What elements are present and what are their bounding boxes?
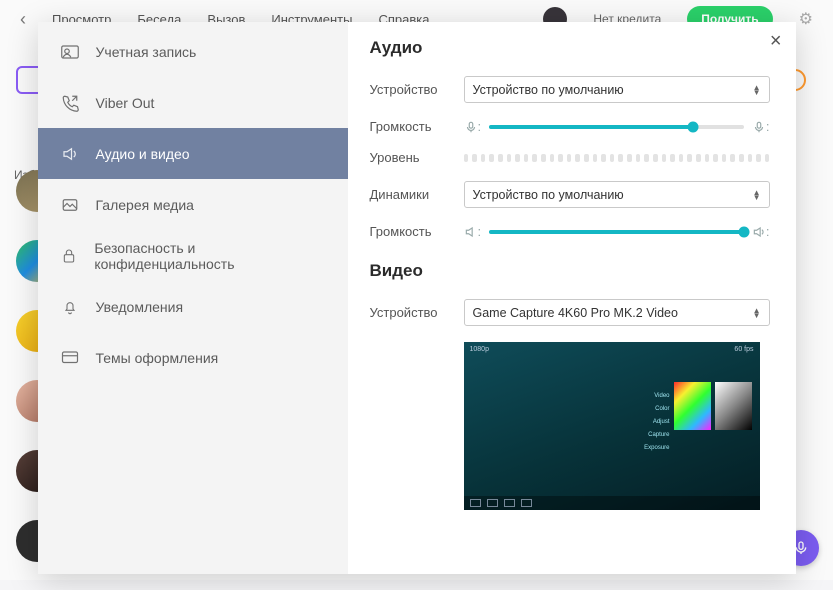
speakers-label: Динамики — [370, 187, 464, 202]
sidebar-item-viber-out[interactable]: Viber Out — [38, 77, 348, 128]
mic-volume-label: Громкость — [370, 119, 464, 134]
speaker-high-icon: : — [752, 224, 770, 239]
speakers-value: Устройство по умолчанию — [473, 188, 624, 202]
mic-high-icon: : — [752, 119, 770, 134]
video-device-select[interactable]: Game Capture 4K60 Pro MK.2 Video ▲▼ — [464, 299, 770, 326]
video-section-title: Видео — [370, 261, 770, 281]
sidebar-item-label: Аудио и видео — [96, 146, 190, 162]
sidebar-item-media-gallery[interactable]: Галерея медиа — [38, 179, 348, 230]
sidebar-item-label: Галерея медиа — [96, 197, 194, 213]
sidebar-item-label: Viber Out — [96, 95, 155, 111]
spk-volume-label: Громкость — [370, 224, 464, 239]
select-chevron-icon: ▲▼ — [753, 308, 761, 318]
mic-level-label: Уровень — [370, 150, 464, 165]
sidebar-item-label: Учетная запись — [96, 44, 197, 60]
select-chevron-icon: ▲▼ — [753, 190, 761, 200]
theme-icon — [60, 350, 80, 366]
mic-device-value: Устройство по умолчанию — [473, 83, 624, 97]
sidebar-item-privacy[interactable]: Безопасность и конфиденциальность — [38, 230, 348, 281]
speaker-icon — [60, 145, 80, 163]
spk-volume-slider[interactable] — [489, 230, 744, 234]
settings-sidebar: Учетная запись Viber Out Аудио и видео Г… — [38, 22, 348, 574]
bell-icon — [60, 298, 80, 316]
mic-volume-slider[interactable] — [489, 125, 744, 129]
mic-device-label: Устройство — [370, 82, 464, 97]
video-device-value: Game Capture 4K60 Pro MK.2 Video — [473, 306, 678, 320]
sidebar-item-themes[interactable]: Темы оформления — [38, 332, 348, 383]
sidebar-item-notifications[interactable]: Уведомления — [38, 281, 348, 332]
sidebar-item-label: Безопасность и конфиденциальность — [94, 240, 325, 272]
video-device-label: Устройство — [370, 305, 464, 320]
settings-panel: × Аудио Устройство Устройство по умолчан… — [348, 22, 796, 574]
mic-device-select[interactable]: Устройство по умолчанию ▲▼ — [464, 76, 770, 103]
speakers-select[interactable]: Устройство по умолчанию ▲▼ — [464, 181, 770, 208]
sidebar-item-account[interactable]: Учетная запись — [38, 26, 348, 77]
sidebar-item-label: Темы оформления — [96, 350, 219, 366]
audio-section-title: Аудио — [370, 38, 770, 58]
lock-icon — [60, 247, 79, 265]
mic-level-meter — [464, 154, 770, 162]
settings-modal: Учетная запись Viber Out Аудио и видео Г… — [38, 22, 796, 574]
select-chevron-icon: ▲▼ — [753, 85, 761, 95]
gallery-icon — [60, 196, 80, 214]
account-icon — [60, 45, 80, 59]
sidebar-item-audio-video[interactable]: Аудио и видео — [38, 128, 348, 179]
close-button[interactable]: × — [770, 30, 782, 53]
phone-out-icon — [60, 94, 80, 112]
settings-modal-overlay: Учетная запись Viber Out Аудио и видео Г… — [0, 0, 833, 580]
video-preview: 1080p60 fps VideoColorAdjustCaptureExpos… — [464, 342, 760, 510]
speaker-low-icon: : — [464, 224, 482, 239]
sidebar-item-label: Уведомления — [96, 299, 184, 315]
mic-low-icon: : — [464, 119, 482, 134]
